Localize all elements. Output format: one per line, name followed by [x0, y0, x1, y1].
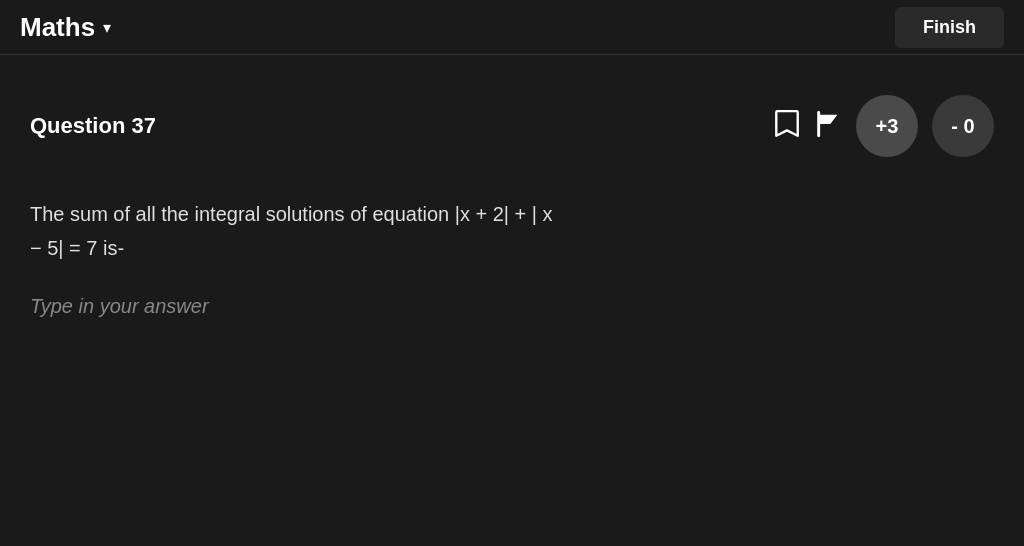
main-content: Question 37 +3 - 0 The sum of all t [0, 55, 1024, 348]
question-header: Question 37 +3 - 0 [30, 95, 994, 157]
question-text-line1: The sum of all the integral solutions of… [30, 203, 553, 225]
header: Maths ▾ Finish [0, 0, 1024, 55]
question-text: The sum of all the integral solutions of… [30, 197, 710, 265]
question-label: Question 37 [30, 113, 758, 139]
bookmark-icon[interactable] [774, 109, 800, 143]
header-left: Maths ▾ [20, 12, 111, 43]
positive-score-badge[interactable]: +3 [856, 95, 918, 157]
app-title: Maths [20, 12, 95, 43]
negative-score-badge[interactable]: - 0 [932, 95, 994, 157]
flag-icon[interactable] [814, 110, 842, 142]
chevron-down-icon[interactable]: ▾ [103, 18, 111, 37]
question-text-line2: − 5| = 7 is- [30, 237, 124, 259]
finish-button[interactable]: Finish [895, 7, 1004, 48]
question-actions: +3 - 0 [774, 95, 994, 157]
answer-prompt[interactable]: Type in your answer [30, 295, 994, 318]
